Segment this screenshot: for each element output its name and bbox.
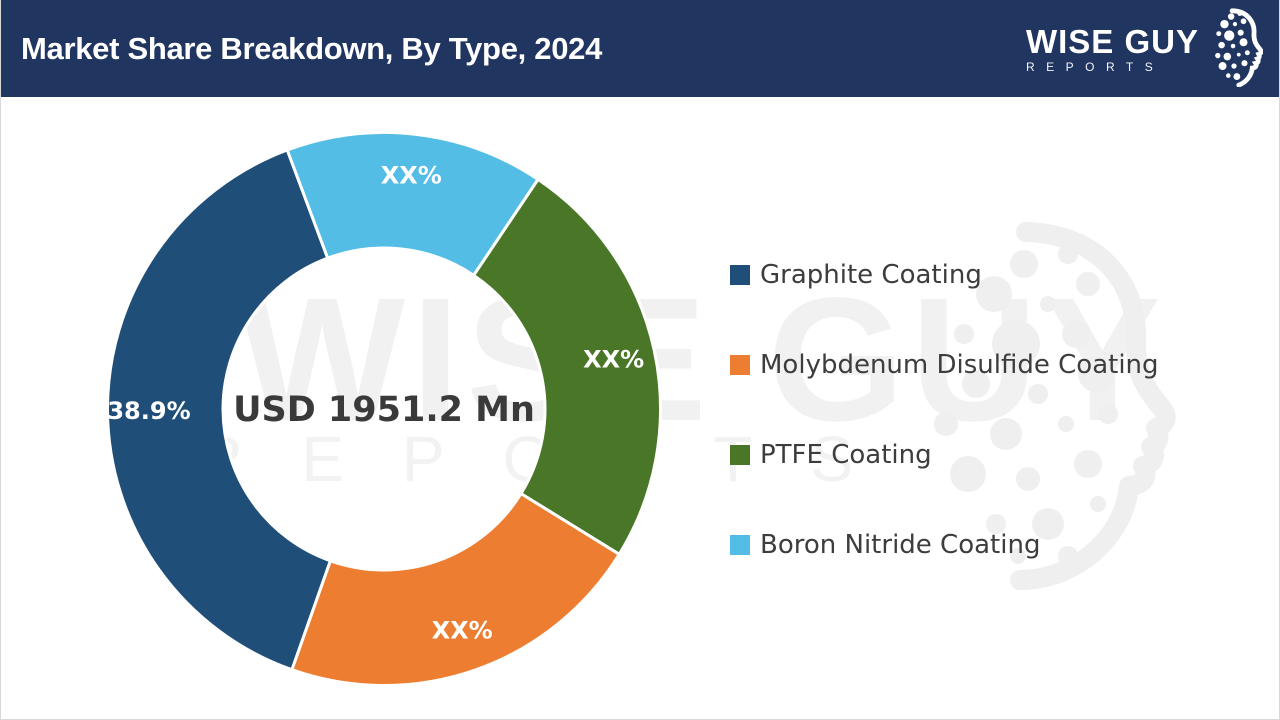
- page-title: Market Share Breakdown, By Type, 2024: [21, 30, 603, 66]
- legend-item: Molybdenum Disulfide Coating: [730, 320, 1159, 410]
- legend-label: Boron Nitride Coating: [760, 530, 1041, 560]
- header-bar: Market Share Breakdown, By Type, 2024 WI…: [1, 0, 1279, 97]
- logo-head-icon: [1205, 7, 1264, 91]
- slice-percent-label: 38.9%: [107, 397, 190, 425]
- donut-slice: [290, 492, 621, 687]
- slice-percent-label: XX%: [381, 162, 442, 190]
- legend-label: Graphite Coating: [760, 260, 982, 290]
- legend-swatch: [730, 445, 750, 465]
- legend-swatch: [730, 265, 750, 285]
- legend-label: PTFE Coating: [760, 440, 932, 470]
- donut-center-value: USD 1951.2 Mn: [233, 390, 535, 430]
- legend-item: Boron Nitride Coating: [730, 500, 1159, 590]
- legend-label: Molybdenum Disulfide Coating: [760, 350, 1159, 380]
- slice-percent-label: XX%: [583, 345, 644, 373]
- legend-swatch: [730, 535, 750, 555]
- chart-area: WISE GUY REPORTS: [1, 97, 1279, 719]
- logo-wordmark: WISE GUY: [1025, 22, 1199, 60]
- legend-swatch: [730, 355, 750, 375]
- logo-subtitle: REPORTS: [1025, 59, 1165, 74]
- logo-text: WISE GUY REPORTS: [1026, 25, 1199, 73]
- slice-percent-label: XX%: [432, 617, 493, 645]
- infographic-page: Market Share Breakdown, By Type, 2024 WI…: [0, 0, 1280, 720]
- chart-legend: Graphite Coating Molybdenum Disulfide Coa…: [730, 230, 1159, 590]
- legend-item: Graphite Coating: [730, 230, 1159, 320]
- wise-guy-logo: WISE GUY REPORTS: [1026, 7, 1264, 91]
- legend-item: PTFE Coating: [730, 410, 1159, 500]
